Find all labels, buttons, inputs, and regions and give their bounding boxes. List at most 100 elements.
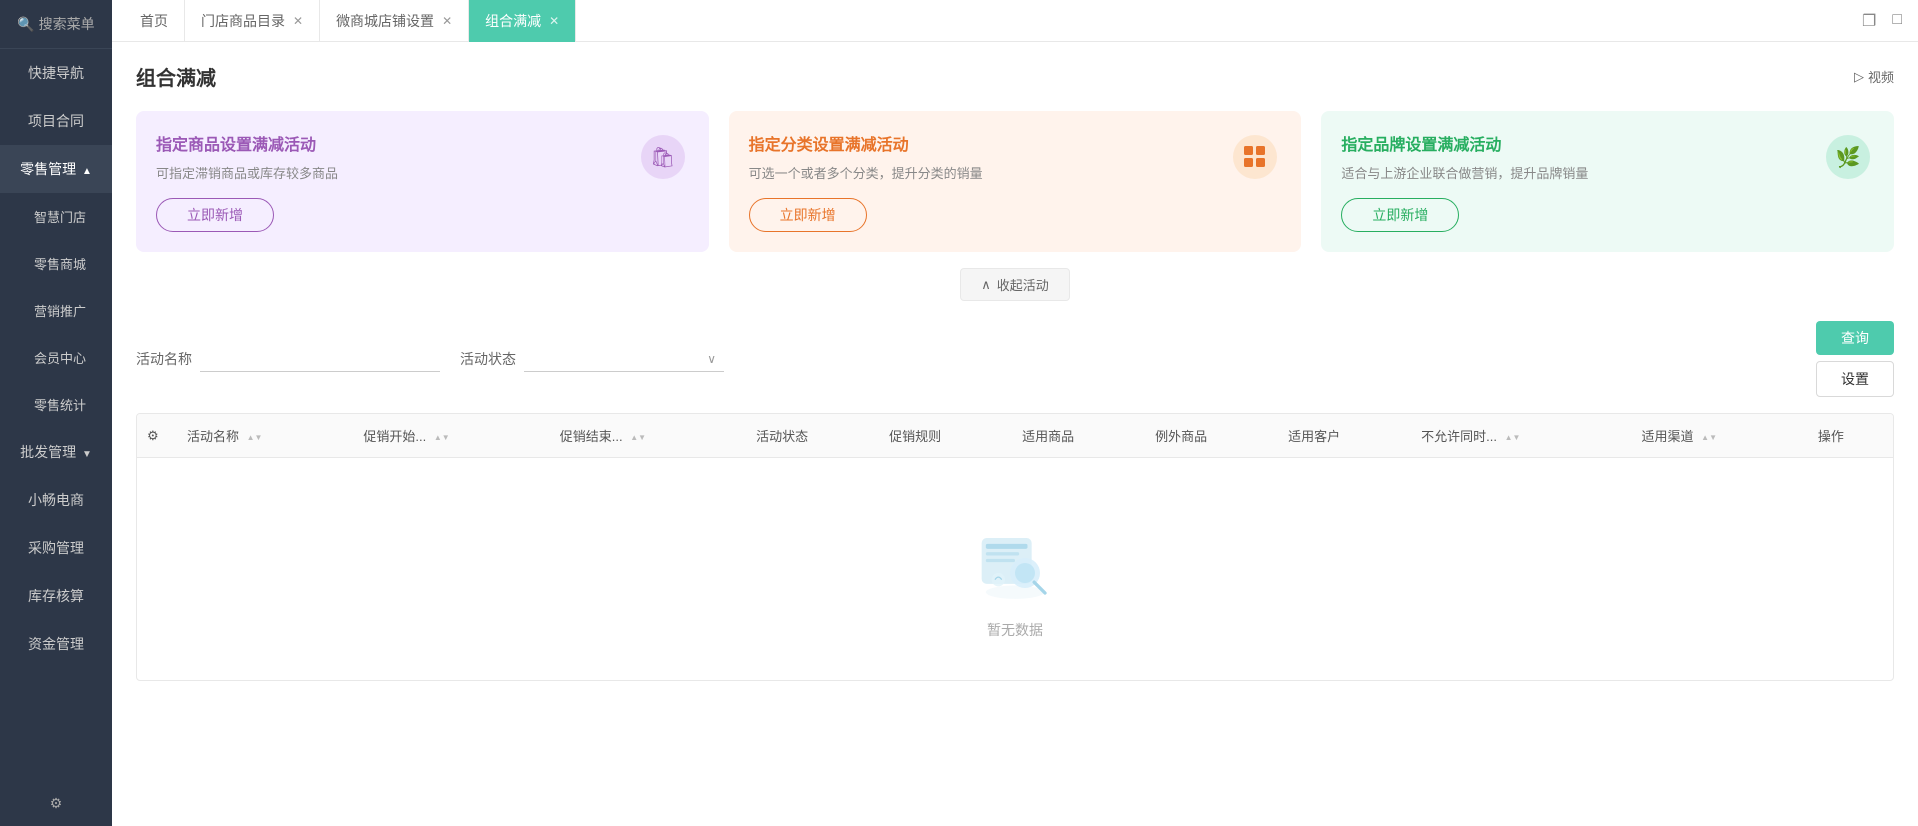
sidebar: 🔍 搜索菜单 快捷导航 项目合同 零售管理 ▲ 智慧门店 零售商城 营销推广 会… (0, 0, 112, 826)
th-gear[interactable]: ⚙ (137, 414, 177, 458)
sort-icon: ▲▼ (1505, 434, 1521, 442)
tabbar-actions: ❐ □ (1858, 11, 1906, 31)
collapse-row: ∧ 收起活动 (136, 268, 1894, 301)
sidebar-item-member-center[interactable]: 会员中心 (0, 334, 112, 381)
filter-actions: 查询 设置 (1816, 321, 1894, 397)
sidebar-item-purchase-mgmt[interactable]: 采购管理 (0, 524, 112, 572)
sidebar-item-marketing[interactable]: 营销推广 (0, 287, 112, 334)
brand-card-desc: 适合与上游企业联合做营销，提升品牌销量 (1341, 163, 1874, 182)
sidebar-item-label: 小畅电商 (28, 492, 84, 508)
product-card-btn[interactable]: 立即新增 (156, 198, 274, 232)
th-promo-end[interactable]: 促销结束... ▲▼ (550, 414, 746, 458)
th-operations-label: 操作 (1818, 429, 1844, 444)
th-activity-status: 活动状态 (746, 414, 879, 458)
brand-card-title: 指定品牌设置满减活动 (1341, 131, 1874, 155)
th-promo-rules: 促销规则 (879, 414, 1012, 458)
tab-wechat-store-label: 微商城店铺设置 (336, 11, 434, 31)
product-card-desc: 可指定滞销商品或库存较多商品 (156, 163, 689, 182)
sidebar-item-label: 营销推广 (34, 304, 86, 319)
tab-store-catalog-label: 门店商品目录 (201, 11, 285, 31)
tab-combo-discount-label: 组合满减 (485, 11, 541, 31)
sidebar-item-label: 会员中心 (34, 351, 86, 366)
sidebar-item-inventory-check[interactable]: 库存核算 (0, 572, 112, 620)
category-promo-card: 指定分类设置满减活动 可选一个或者多个分类，提升分类的销量 立即新增 (729, 111, 1302, 252)
th-excluded-goods-label: 例外商品 (1155, 429, 1207, 444)
sidebar-item-fund-mgmt[interactable]: 资金管理 (0, 620, 112, 668)
th-applicable-channel[interactable]: 适用渠道 ▲▼ (1632, 414, 1808, 458)
product-card-icon: 🛍 (641, 135, 685, 179)
sidebar-item-quick-nav[interactable]: 快捷导航 (0, 49, 112, 97)
tab-combo-discount[interactable]: 组合满减 ✕ (469, 0, 576, 42)
data-table-wrapper: ⚙ 活动名称 ▲▼ 促销开始... ▲▼ 促销结束... ▲▼ (136, 413, 1894, 681)
gear-icon: ⚙ (147, 428, 159, 443)
settings-button[interactable]: 设置 (1816, 361, 1894, 397)
th-activity-name[interactable]: 活动名称 ▲▼ (177, 414, 353, 458)
filter-activity-name: 活动名称 (136, 347, 440, 372)
brand-card-btn[interactable]: 立即新增 (1341, 198, 1459, 232)
category-card-btn[interactable]: 立即新增 (749, 198, 867, 232)
th-operations: 操作 (1808, 414, 1893, 458)
tab-combo-discount-close[interactable]: ✕ (549, 14, 559, 28)
th-no-concurrent-label: 不允许同时... (1421, 429, 1497, 444)
empty-illustration (965, 518, 1065, 608)
query-button[interactable]: 查询 (1816, 321, 1894, 355)
th-promo-start[interactable]: 促销开始... ▲▼ (353, 414, 549, 458)
sidebar-item-label: 采购管理 (28, 540, 84, 556)
sidebar-item-label: 项目合同 (28, 113, 84, 129)
maximize-icon[interactable]: □ (1888, 11, 1906, 31)
tab-home-label: 首页 (140, 11, 168, 31)
sidebar-item-retail-mall[interactable]: 零售商城 (0, 240, 112, 287)
table-body: 暂无数据 (137, 458, 1893, 681)
table-header-row: ⚙ 活动名称 ▲▼ 促销开始... ▲▼ 促销结束... ▲▼ (137, 414, 1893, 458)
sidebar-item-retail-stats[interactable]: 零售统计 (0, 381, 112, 428)
tab-wechat-store-settings[interactable]: 微商城店铺设置 ✕ (320, 0, 469, 42)
promo-cards-row: 指定商品设置满减活动 可指定滞销商品或库存较多商品 🛍 立即新增 指定分类设置满… (136, 111, 1894, 252)
data-table: ⚙ 活动名称 ▲▼ 促销开始... ▲▼ 促销结束... ▲▼ (137, 414, 1893, 680)
th-no-concurrent[interactable]: 不允许同时... ▲▼ (1411, 414, 1631, 458)
collapse-label: 收起活动 (997, 275, 1049, 294)
th-promo-start-label: 促销开始... (363, 429, 426, 444)
sort-icon: ▲▼ (434, 434, 450, 442)
sidebar-item-xiaochang-ecom[interactable]: 小畅电商 (0, 476, 112, 524)
product-card-title: 指定商品设置满减活动 (156, 131, 689, 155)
page-header: 组合满减 ▷ 视频 (136, 62, 1894, 91)
category-card-title: 指定分类设置满减活动 (749, 131, 1282, 155)
tabbar: 首页 门店商品目录 ✕ 微商城店铺设置 ✕ 组合满减 ✕ ❐ □ (112, 0, 1918, 42)
sidebar-item-smart-store[interactable]: 智慧门店 (0, 193, 112, 240)
tab-store-catalog[interactable]: 门店商品目录 ✕ (185, 0, 320, 42)
sidebar-item-project-contract[interactable]: 项目合同 (0, 97, 112, 145)
content-area: 组合满减 ▷ 视频 指定商品设置满减活动 可指定滞销商品或库存较多商品 🛍 立即… (112, 42, 1918, 826)
brand-promo-card: 指定品牌设置满减活动 适合与上游企业联合做营销，提升品牌销量 🌿 立即新增 (1321, 111, 1894, 252)
th-applicable-customer: 适用客户 (1278, 414, 1411, 458)
video-label: 视频 (1868, 67, 1894, 86)
tab-store-catalog-close[interactable]: ✕ (293, 14, 303, 28)
collapse-button[interactable]: ∧ 收起活动 (960, 268, 1070, 301)
tab-home[interactable]: 首页 (124, 0, 185, 42)
activity-status-select-wrapper: ∨ (524, 347, 724, 372)
sidebar-item-label: 零售统计 (34, 398, 86, 413)
restore-icon[interactable]: ❐ (1858, 11, 1880, 31)
search-icon: 🔍 (17, 16, 34, 32)
sidebar-item-wholesale-mgmt[interactable]: 批发管理 ▼ (0, 428, 112, 476)
sidebar-item-label: 零售管理 (20, 161, 76, 177)
product-promo-card: 指定商品设置满减活动 可指定滞销商品或库存较多商品 🛍 立即新增 (136, 111, 709, 252)
sidebar-search-label: 搜索菜单 (39, 16, 95, 32)
brand-card-icon: 🌿 (1826, 135, 1870, 179)
th-excluded-goods: 例外商品 (1145, 414, 1278, 458)
collapse-icon: ∧ (981, 277, 991, 293)
sidebar-item-label: 快捷导航 (28, 65, 84, 81)
sidebar-item-label: 资金管理 (28, 636, 84, 652)
activity-name-input[interactable] (200, 347, 440, 372)
sidebar-search[interactable]: 🔍 搜索菜单 (0, 0, 112, 49)
activity-status-select[interactable] (524, 347, 724, 372)
sidebar-item-label: 智慧门店 (34, 210, 86, 225)
sidebar-item-retail-mgmt[interactable]: 零售管理 ▲ (0, 145, 112, 193)
video-link[interactable]: ▷ 视频 (1854, 67, 1894, 86)
sidebar-settings[interactable]: ⚙ (0, 781, 112, 826)
th-activity-status-label: 活动状态 (756, 429, 808, 444)
tab-wechat-store-close[interactable]: ✕ (442, 14, 452, 28)
empty-text: 暂无数据 (987, 620, 1043, 640)
th-applicable-goods-label: 适用商品 (1022, 429, 1074, 444)
chevron-up-icon: ▲ (82, 166, 92, 177)
main-area: 首页 门店商品目录 ✕ 微商城店铺设置 ✕ 组合满减 ✕ ❐ □ 组合满减 ▷ … (112, 0, 1918, 826)
